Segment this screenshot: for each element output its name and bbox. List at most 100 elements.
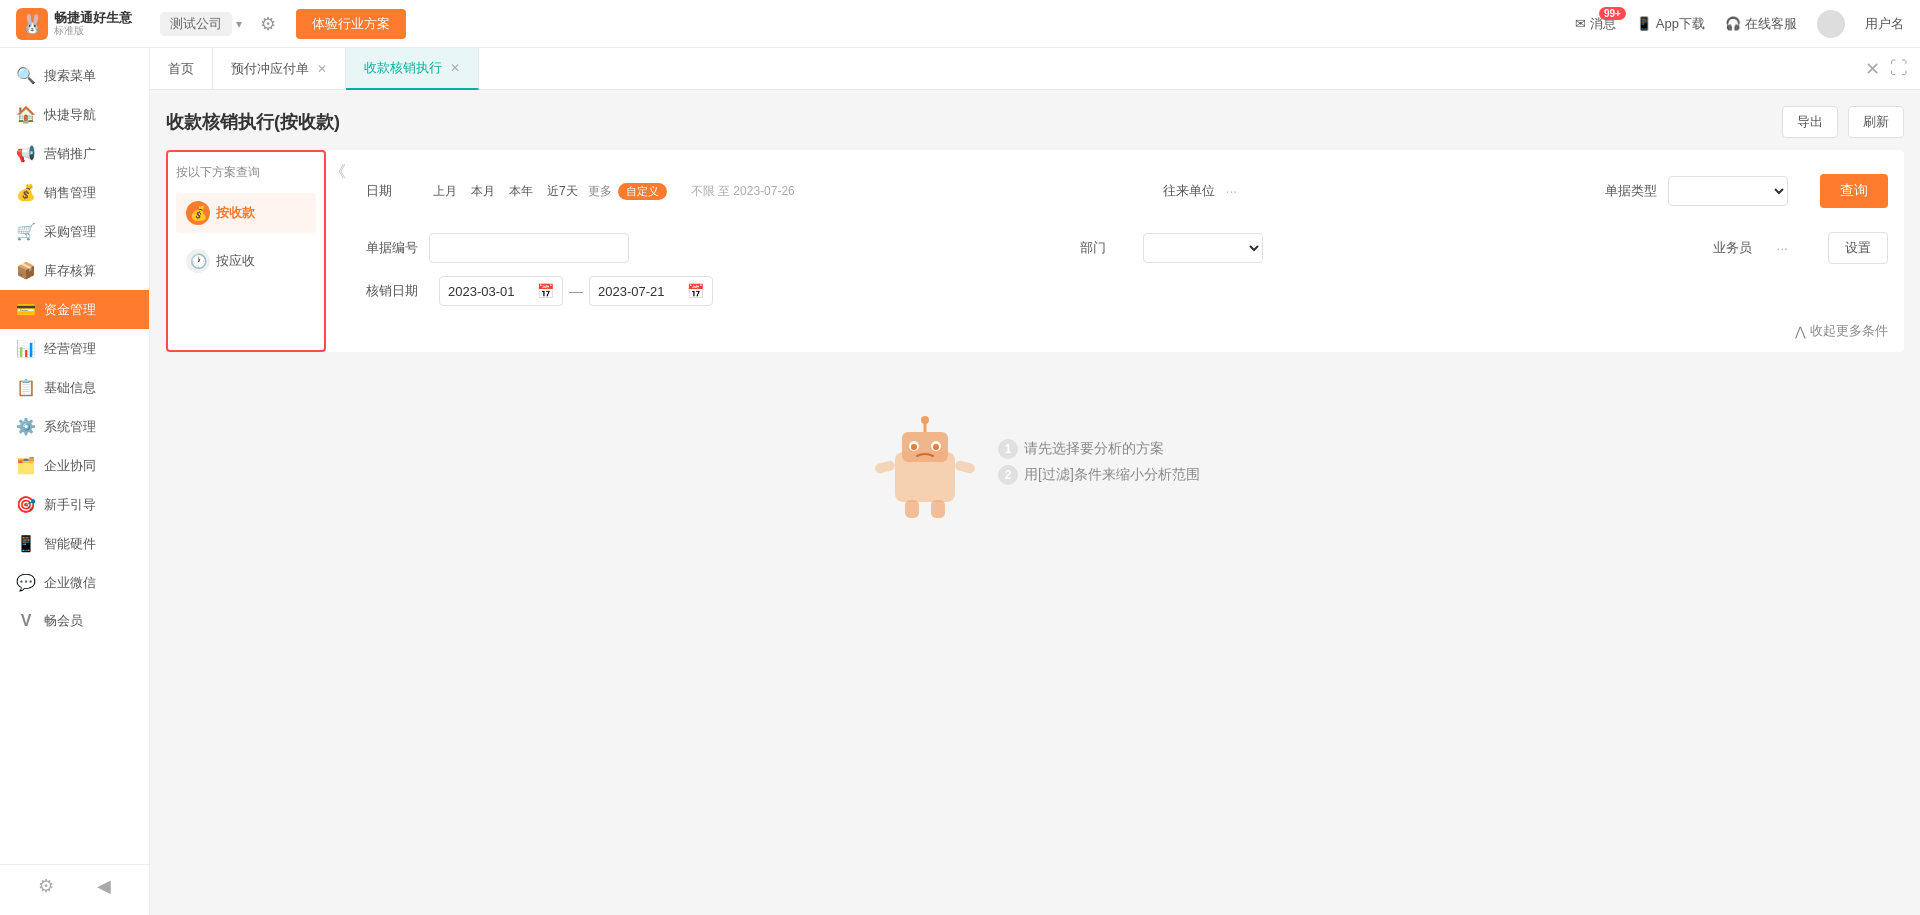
empty-tips: 1 请先选择要分析的方案 2 用[过滤]条件来缩小分析范围	[998, 439, 1200, 485]
chevron-down-icon[interactable]: ▾	[236, 17, 242, 31]
doc-num-input[interactable]	[429, 233, 629, 263]
date-7days[interactable]: 近7天	[543, 181, 582, 202]
sidebar-bottom: ⚙ ◀	[0, 864, 149, 907]
sidebar-item-sales[interactable]: 💰 销售管理	[0, 173, 149, 212]
sidebar-label-basic-info: 基础信息	[44, 379, 96, 397]
sidebar-item-search-menu[interactable]: 🔍 搜索菜单	[0, 56, 149, 95]
tab-prepay[interactable]: 预付冲应付单 ✕	[213, 48, 346, 90]
sidebar-label-wechat: 企业微信	[44, 574, 96, 592]
more-conditions-label: 收起更多条件	[1810, 322, 1888, 340]
date-custom-badge[interactable]: 自定义	[618, 183, 667, 200]
receipt-icon: 💰	[186, 201, 210, 225]
refresh-btn[interactable]: 刷新	[1848, 106, 1904, 138]
sidebar-item-wechat[interactable]: 💬 企业微信	[0, 563, 149, 602]
filter-option-receipt-label: 按收款	[216, 204, 255, 222]
tip-num-1: 1	[998, 439, 1018, 459]
empty-state: 1 请先选择要分析的方案 2 用[过滤]条件来缩小分析范围	[166, 352, 1904, 552]
filter-option-receivable[interactable]: 🕐 按应收	[176, 241, 316, 281]
tab-writeoff-close[interactable]: ✕	[450, 61, 460, 75]
sidebar-item-member[interactable]: V 畅会员	[0, 602, 149, 640]
sidebar-label-guide: 新手引导	[44, 496, 96, 514]
settings-bottom-icon[interactable]: ⚙	[38, 875, 54, 897]
sidebar-item-operation[interactable]: 📊 经营管理	[0, 329, 149, 368]
sidebar-item-basic-info[interactable]: 📋 基础信息	[0, 368, 149, 407]
counterpart-label: 往来单位	[1163, 182, 1218, 200]
online-service-btn[interactable]: 🎧 在线客服	[1725, 15, 1797, 33]
card-icon: 💳	[16, 300, 36, 319]
top-bar-left: 🐰 畅捷通好生意 标准版 测试公司 ▾ ⚙ 体验行业方案	[16, 8, 406, 40]
staff-label: 业务员	[1713, 239, 1768, 257]
message-icon: ✉	[1575, 16, 1586, 31]
sidebar-item-smart-hw[interactable]: 📱 智能硬件	[0, 524, 149, 563]
calendar-start-icon[interactable]: 📅	[537, 283, 554, 299]
doc-num-label: 单据编号	[366, 239, 421, 257]
filter-row-3: 核销日期 📅 — 📅	[366, 276, 1888, 306]
tab-prepay-close[interactable]: ✕	[317, 62, 327, 76]
sidebar: 🔍 搜索菜单 🏠 快捷导航 📢 营销推广 💰 销售管理 🛒 采购管理 📦 库存核…	[0, 48, 150, 915]
sales-icon: 💰	[16, 183, 36, 202]
filter-field-doc-num: 单据编号	[366, 233, 629, 263]
search-icon: 🔍	[16, 66, 36, 85]
home-icon: 🏠	[16, 105, 36, 124]
sidebar-item-purchase[interactable]: 🛒 采购管理	[0, 212, 149, 251]
megaphone-icon: 📢	[16, 144, 36, 163]
date-not-limit: 不限 至 2023-07-26	[691, 183, 795, 200]
filter-field-staff: 业务员 ···	[1713, 239, 1788, 257]
sidebar-label-marketing: 营销推广	[44, 145, 96, 163]
collapse-arrow-btn[interactable]: 《	[326, 150, 350, 352]
svg-rect-11	[931, 500, 945, 518]
logo-sub: 标准版	[54, 25, 132, 37]
sidebar-item-guide[interactable]: 🎯 新手引导	[0, 485, 149, 524]
message-badge: 99+	[1599, 7, 1626, 20]
sidebar-item-inventory[interactable]: 📦 库存核算	[0, 251, 149, 290]
writeoff-start-input[interactable]	[448, 284, 533, 299]
left-filter: 按以下方案查询 💰 按收款 🕐 按应收	[166, 150, 326, 352]
date-more-btn[interactable]: 更多	[588, 183, 612, 200]
empty-row: 1 请先选择要分析的方案 2 用[过滤]条件来缩小分析范围	[870, 412, 1200, 512]
message-btn[interactable]: ✉ 消息 99+	[1575, 15, 1616, 33]
date-this-month[interactable]: 本月	[467, 181, 499, 202]
company-name[interactable]: 测试公司	[160, 12, 232, 36]
filter-option-receipt[interactable]: 💰 按收款	[176, 193, 316, 233]
sidebar-item-system[interactable]: ⚙️ 系统管理	[0, 407, 149, 446]
export-btn[interactable]: 导出	[1782, 106, 1838, 138]
query-button[interactable]: 查询	[1820, 174, 1888, 208]
filter-row-2: 单据编号 部门 业务员 ···	[366, 232, 1888, 264]
dept-label: 部门	[1080, 239, 1135, 257]
sidebar-item-capital[interactable]: 💳 资金管理	[0, 290, 149, 329]
counterpart-dots[interactable]: ···	[1226, 183, 1238, 199]
sidebar-item-quick-nav[interactable]: 🏠 快捷导航	[0, 95, 149, 134]
filter-row-1: 日期 上月 本月 本年 近7天 更多 自定义 不限 至 2023-0	[366, 162, 1888, 220]
industry-btn[interactable]: 体验行业方案	[296, 9, 406, 39]
avatar[interactable]	[1817, 10, 1845, 38]
tab-close-all-icon[interactable]: ✕	[1865, 58, 1880, 80]
tab-writeoff-label: 收款核销执行	[364, 59, 442, 77]
svg-point-4	[911, 444, 917, 450]
sidebar-item-enterprise[interactable]: 🗂️ 企业协同	[0, 446, 149, 485]
tab-home[interactable]: 首页	[150, 48, 213, 90]
more-conditions-btn[interactable]: ⋀ 收起更多条件	[1795, 322, 1888, 340]
sidebar-item-marketing[interactable]: 📢 营销推广	[0, 134, 149, 173]
date-this-year[interactable]: 本年	[505, 181, 537, 202]
dept-select[interactable]	[1143, 233, 1263, 263]
sidebar-label-quick-nav: 快捷导航	[44, 106, 96, 124]
member-icon: V	[16, 612, 36, 630]
date-last-month[interactable]: 上月	[429, 181, 461, 202]
writeoff-end-input[interactable]	[598, 284, 683, 299]
doc-type-select[interactable]	[1668, 176, 1788, 206]
empty-tip-2-text: 用[过滤]条件来缩小分析范围	[1024, 466, 1200, 484]
date-dash: —	[569, 283, 583, 299]
logo-area: 🐰 畅捷通好生意 标准版	[16, 8, 132, 40]
right-filter: 日期 上月 本月 本年 近7天 更多 自定义 不限 至 2023-0	[350, 150, 1904, 352]
company-selector[interactable]: 测试公司 ▾	[160, 12, 242, 36]
collapse-icon[interactable]: ◀	[97, 875, 111, 897]
settings-button[interactable]: 设置	[1828, 232, 1888, 264]
tab-expand-icon[interactable]: ⛶	[1890, 58, 1908, 79]
clipboard-icon: 📋	[16, 378, 36, 397]
staff-dots[interactable]: ···	[1776, 240, 1788, 256]
tab-writeoff[interactable]: 收款核销执行 ✕	[346, 48, 479, 90]
app-download-btn[interactable]: 📱 App下载	[1636, 15, 1705, 33]
gear-icon[interactable]: ⚙	[260, 13, 276, 35]
headset-icon: 🎧	[1725, 16, 1741, 31]
calendar-end-icon[interactable]: 📅	[687, 283, 704, 299]
